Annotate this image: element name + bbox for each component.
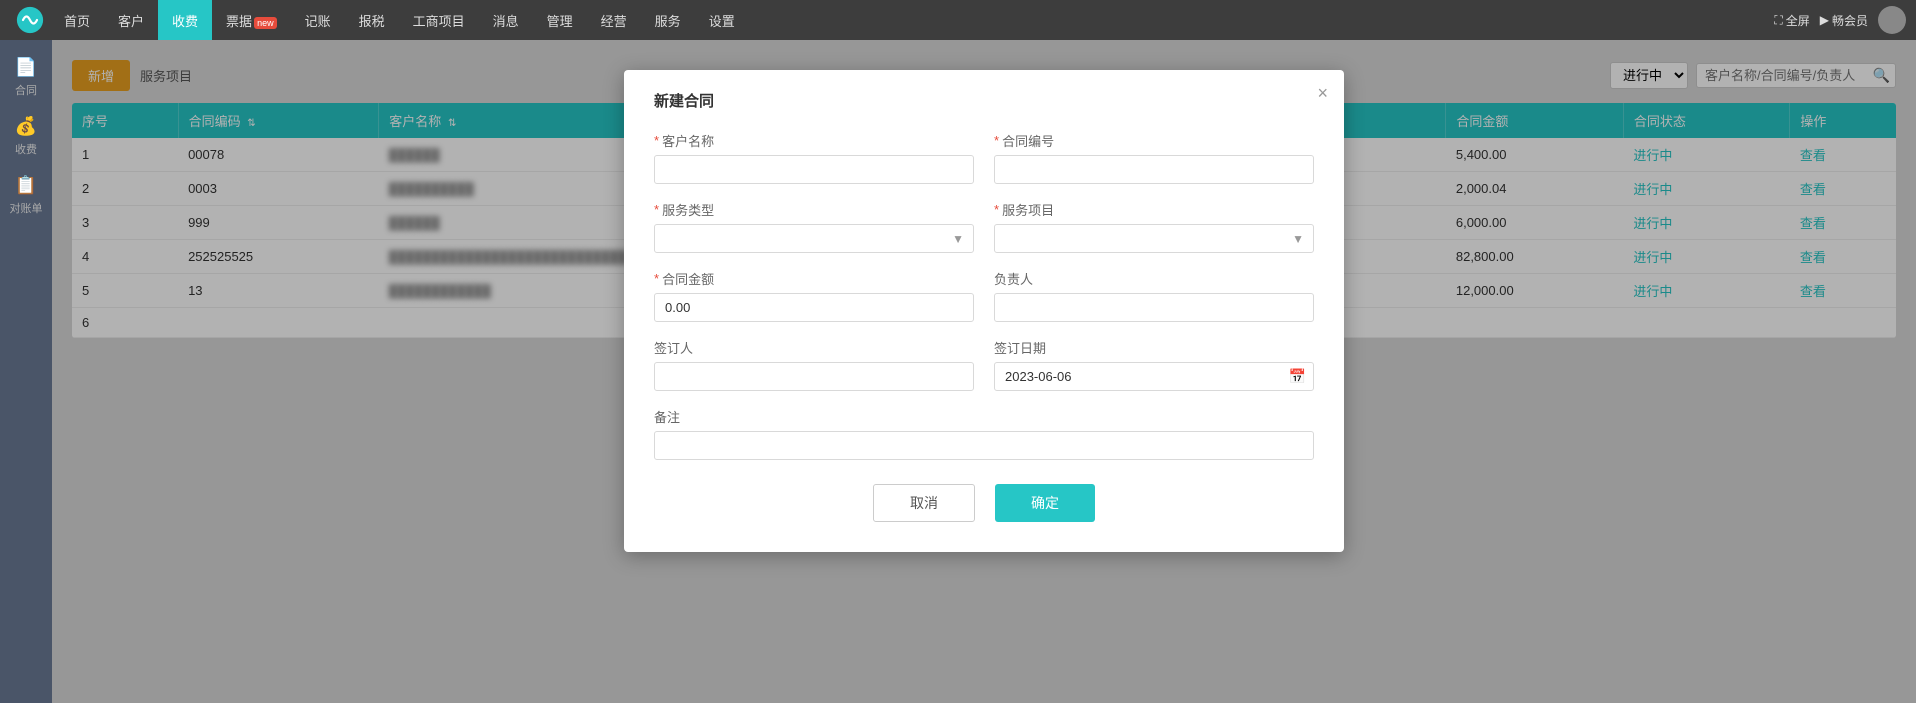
statement-icon: 📋 <box>15 175 37 196</box>
layout: 📄 合同 💰 收费 📋 对账单 新增 服务项目 进行中 已完成 已终止 <box>0 40 1916 703</box>
nav-tax[interactable]: 报税 <box>345 0 399 40</box>
nav-business[interactable]: 工商项目 <box>399 0 479 40</box>
nav-bookkeeping[interactable]: 记账 <box>291 0 345 40</box>
nav-client[interactable]: 客户 <box>104 0 158 40</box>
play-icon: ▶ <box>1820 13 1829 27</box>
service-item-select-wrap: ▼ <box>994 224 1314 253</box>
nav-manage[interactable]: 管理 <box>533 0 587 40</box>
nav-service[interactable]: 服务 <box>641 0 695 40</box>
signer-label: 签订人 <box>654 338 974 357</box>
nav-invoice[interactable]: 票据 new <box>212 0 291 40</box>
signer-input[interactable] <box>654 362 974 391</box>
responsible-label: 负责人 <box>994 269 1314 288</box>
cancel-button[interactable]: 取消 <box>873 484 975 522</box>
client-name-label: * 客户名称 <box>654 131 974 150</box>
new-badge: new <box>254 17 277 29</box>
sign-date-wrap: 📅 <box>994 362 1314 391</box>
modal-footer: 取消 确定 <box>654 484 1314 522</box>
sidebar-contract-label: 合同 <box>15 82 37 98</box>
contract-icon: 📄 <box>15 57 37 78</box>
logo <box>10 0 50 40</box>
contract-amount-label: * 合同金额 <box>654 269 974 288</box>
field-contract-amount: * 合同金额 <box>654 269 974 322</box>
remarks-label: 备注 <box>654 407 1314 426</box>
topnav-right: ⛶ 全屏 ▶ 畅会员 <box>1774 6 1906 34</box>
service-type-select-wrap: ▼ <box>654 224 974 253</box>
service-item-select[interactable] <box>994 224 1314 253</box>
contract-amount-input[interactable] <box>654 293 974 322</box>
nav-message[interactable]: 消息 <box>479 0 533 40</box>
sidebar-item-statement[interactable]: 📋 对账单 <box>0 168 52 222</box>
form-grid: * 客户名称 * 合同编号 <box>654 131 1314 460</box>
client-name-input[interactable] <box>654 155 974 184</box>
sidebar-item-contract[interactable]: 📄 合同 <box>0 50 52 104</box>
nav-settings[interactable]: 设置 <box>695 0 749 40</box>
billing-icon: 💰 <box>15 116 37 137</box>
sign-date-input[interactable] <box>994 362 1314 391</box>
remarks-input[interactable] <box>654 431 1314 460</box>
sidebar-item-billing[interactable]: 💰 收费 <box>0 109 52 163</box>
nav-billing[interactable]: 收费 <box>158 0 212 40</box>
fullscreen-btn[interactable]: ⛶ 全屏 <box>1774 12 1809 29</box>
top-navigation: 首页 客户 收费 票据 new 记账 报税 工商项目 消息 管理 经营 服务 设… <box>0 0 1916 40</box>
service-type-label: * 服务类型 <box>654 200 974 219</box>
sidebar-billing-label: 收费 <box>15 141 37 157</box>
service-type-select[interactable] <box>654 224 974 253</box>
modal-title: 新建合同 <box>654 90 1314 111</box>
contract-no-label: * 合同编号 <box>994 131 1314 150</box>
nav-operation[interactable]: 经营 <box>587 0 641 40</box>
fullscreen-icon: ⛶ <box>1774 13 1782 28</box>
user-avatar[interactable] <box>1878 6 1906 34</box>
modal-overlay: 新建合同 × * 客户名称 * 合同编号 <box>52 40 1916 703</box>
field-signer: 签订人 <box>654 338 974 391</box>
member-btn[interactable]: ▶ 畅会员 <box>1820 12 1868 29</box>
sign-date-label: 签订日期 <box>994 338 1314 357</box>
field-client-name: * 客户名称 <box>654 131 974 184</box>
responsible-input[interactable] <box>994 293 1314 322</box>
service-item-label: * 服务项目 <box>994 200 1314 219</box>
nav-home[interactable]: 首页 <box>50 0 104 40</box>
field-responsible: 负责人 <box>994 269 1314 322</box>
field-sign-date: 签订日期 📅 <box>994 338 1314 391</box>
modal-close-button[interactable]: × <box>1317 84 1328 102</box>
main-content: 新增 服务项目 进行中 已完成 已终止 🔍 序号 <box>52 40 1916 703</box>
sidebar-statement-label: 对账单 <box>10 200 43 216</box>
field-service-type: * 服务类型 ▼ <box>654 200 974 253</box>
field-contract-no: * 合同编号 <box>994 131 1314 184</box>
calendar-icon[interactable]: 📅 <box>1289 368 1306 385</box>
field-remarks: 备注 <box>654 407 1314 460</box>
contract-no-input[interactable] <box>994 155 1314 184</box>
confirm-button[interactable]: 确定 <box>995 484 1095 522</box>
new-contract-modal: 新建合同 × * 客户名称 * 合同编号 <box>624 70 1344 552</box>
sidebar: 📄 合同 💰 收费 📋 对账单 <box>0 40 52 703</box>
field-service-item: * 服务项目 ▼ <box>994 200 1314 253</box>
